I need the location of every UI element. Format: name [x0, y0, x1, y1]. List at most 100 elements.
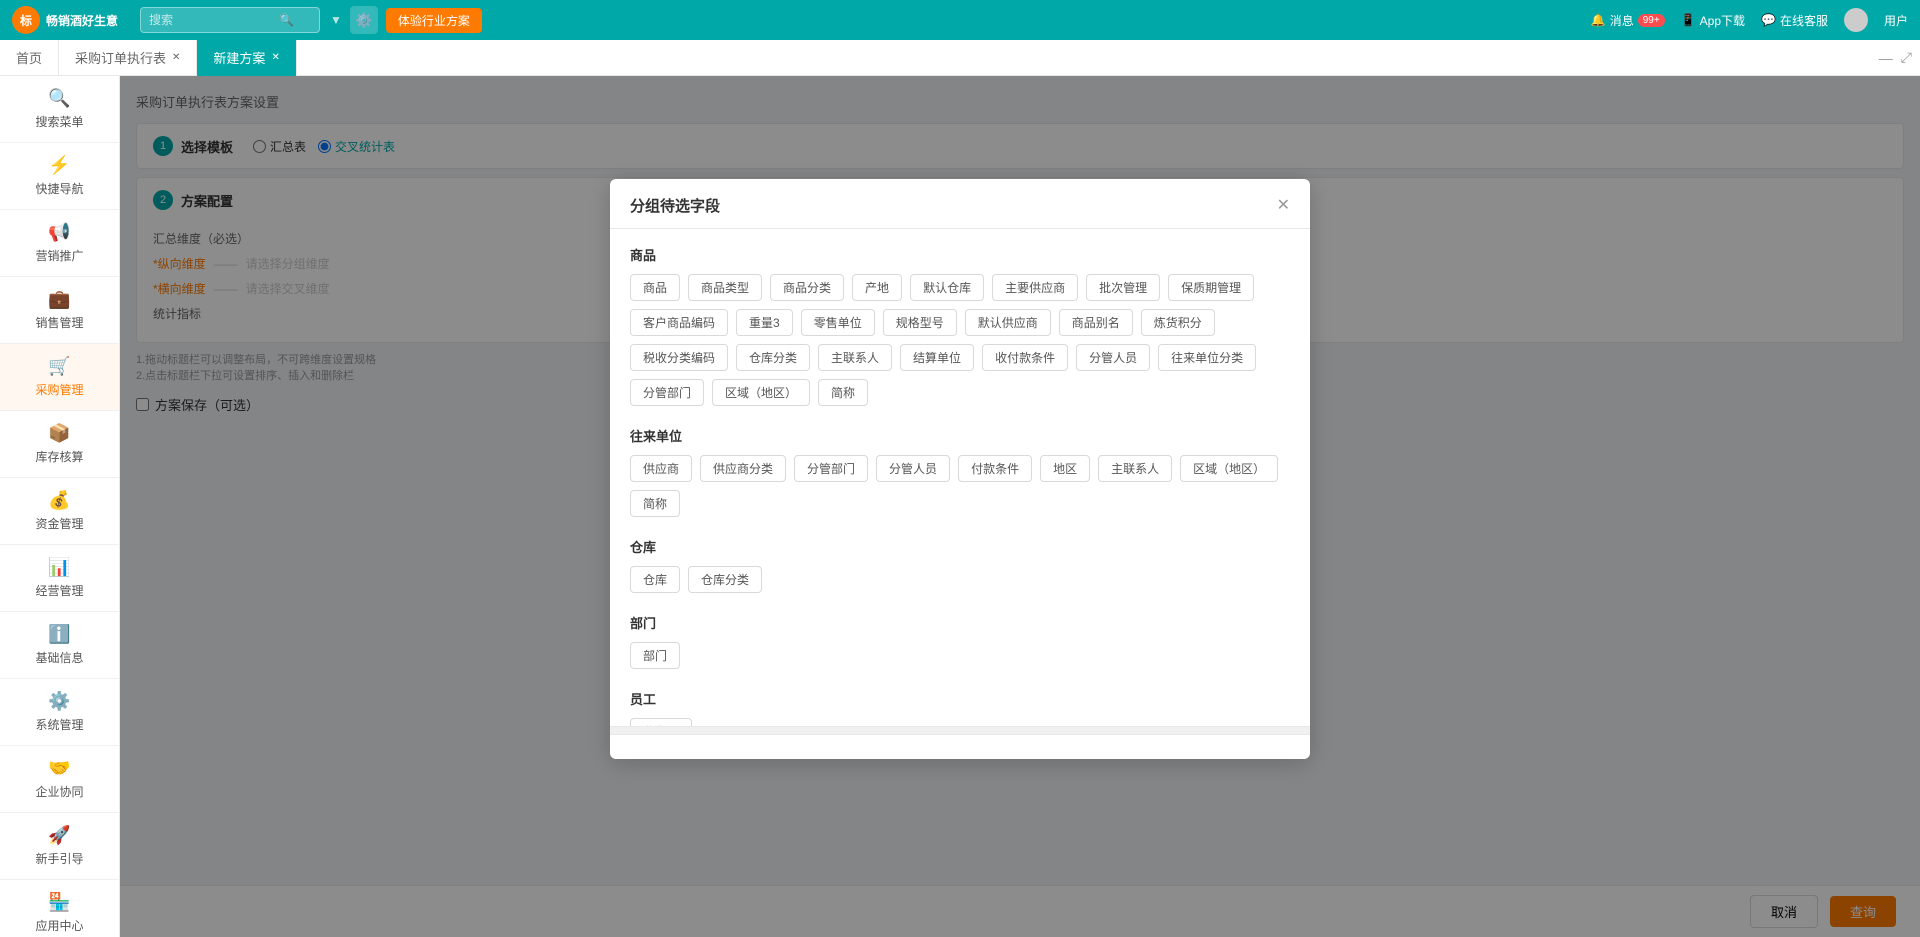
- field-tag[interactable]: 简称: [630, 490, 680, 517]
- field-tag[interactable]: 零售单位: [801, 309, 875, 336]
- field-group-partner: 往来单位 供应商 供应商分类 分管部门 分管人员 付款条件 地区 主联系人 区域…: [630, 426, 1290, 517]
- field-tag[interactable]: 炼货积分: [1141, 309, 1215, 336]
- field-tag[interactable]: 商品别名: [1059, 309, 1133, 336]
- field-tag[interactable]: 默认供应商: [965, 309, 1051, 336]
- field-tag[interactable]: 结算单位: [900, 344, 974, 371]
- basic-info-icon: ℹ️: [48, 624, 70, 645]
- logo-text: 畅销酒好生意: [46, 12, 118, 29]
- purchase-icon: 🛒: [48, 356, 70, 377]
- sidebar-item-inventory[interactable]: 📦 库存核算: [0, 411, 119, 478]
- experience-button[interactable]: 体验行业方案: [386, 8, 482, 33]
- sidebar-item-label: 采购管理: [35, 381, 83, 398]
- field-tag[interactable]: 分管部门: [630, 379, 704, 406]
- field-tag[interactable]: 部门: [630, 642, 680, 669]
- warehouse-fields: 仓库 仓库分类: [630, 566, 1290, 593]
- field-tag[interactable]: 区域（地区）: [712, 379, 810, 406]
- sidebar-item-basic-info[interactable]: ℹ️ 基础信息: [0, 612, 119, 679]
- field-tag[interactable]: 简称: [818, 379, 868, 406]
- modal-header: 分组待选字段 ✕: [610, 179, 1310, 229]
- support-label: 在线客服: [1780, 12, 1828, 29]
- finance-icon: 💰: [48, 490, 70, 511]
- sidebar-item-finance[interactable]: 💰 资金管理: [0, 478, 119, 545]
- field-tag[interactable]: 地区: [1040, 455, 1090, 482]
- operations-icon: 📊: [48, 557, 70, 578]
- field-tag[interactable]: 客户商品编码: [630, 309, 728, 336]
- top-header: 标 畅销酒好生意 🔍 ▼ ⚙️ 体验行业方案 🔔 消息 99+ 📱 App下载 …: [0, 0, 1920, 40]
- field-group-department: 部门 部门: [630, 613, 1290, 669]
- field-tag[interactable]: 规格型号: [883, 309, 957, 336]
- field-tag[interactable]: 付款条件: [958, 455, 1032, 482]
- group-employee-title: 员工: [630, 689, 1290, 708]
- field-tag[interactable]: 重量3: [736, 309, 793, 336]
- field-tag[interactable]: 商品: [630, 274, 680, 301]
- field-tag[interactable]: 商品类型: [688, 274, 762, 301]
- tab-purchase-close-icon[interactable]: ✕: [172, 52, 180, 63]
- field-tag[interactable]: 区域（地区）: [1180, 455, 1278, 482]
- group-warehouse-title: 仓库: [630, 537, 1290, 556]
- modal-close-button[interactable]: ✕: [1277, 195, 1290, 215]
- field-tag[interactable]: 默认仓库: [910, 274, 984, 301]
- field-tag[interactable]: 税收分类编码: [630, 344, 728, 371]
- app-download-button[interactable]: 📱 App下载: [1681, 12, 1745, 29]
- sidebar-item-system[interactable]: ⚙️ 系统管理: [0, 679, 119, 746]
- expand-icon[interactable]: ⤢: [1901, 49, 1912, 66]
- product-fields: 商品 商品类型 商品分类 产地 默认仓库 主要供应商 批次管理 保质期管理 客户…: [630, 274, 1290, 406]
- sidebar-item-purchase[interactable]: 🛒 采购管理: [0, 344, 119, 411]
- system-icon: ⚙️: [48, 691, 70, 712]
- field-tag[interactable]: 批次管理: [1086, 274, 1160, 301]
- sidebar-item-operations[interactable]: 📊 经营管理: [0, 545, 119, 612]
- settings-button[interactable]: ⚙️: [350, 6, 378, 34]
- sales-icon: 💼: [48, 289, 70, 310]
- field-tag[interactable]: 仓库: [630, 566, 680, 593]
- search-bar[interactable]: 🔍: [140, 7, 320, 33]
- tab-new-plan-close-icon[interactable]: ✕: [271, 52, 279, 63]
- inventory-icon: 📦: [48, 423, 70, 444]
- field-tag[interactable]: 仓库分类: [736, 344, 810, 371]
- field-tag[interactable]: 供应商分类: [700, 455, 786, 482]
- app-center-icon: 🏪: [48, 892, 70, 913]
- modal-title: 分组待选字段: [630, 195, 720, 216]
- avatar[interactable]: [1844, 8, 1868, 32]
- sidebar-item-app-center[interactable]: 🏪 应用中心: [0, 880, 119, 937]
- sidebar-item-sales[interactable]: 💼 销售管理: [0, 277, 119, 344]
- notification-badge: 99+: [1638, 14, 1665, 27]
- field-tag[interactable]: 商品分类: [770, 274, 844, 301]
- tab-home[interactable]: 首页: [0, 40, 59, 76]
- group-product-title: 商品: [630, 245, 1290, 264]
- field-tag[interactable]: 分管人员: [1076, 344, 1150, 371]
- sidebar-item-label: 销售管理: [35, 314, 83, 331]
- department-fields: 部门: [630, 642, 1290, 669]
- field-tag[interactable]: 收付款条件: [982, 344, 1068, 371]
- employee-fields: 业务员: [630, 718, 1290, 727]
- field-tag[interactable]: 产地: [852, 274, 902, 301]
- field-tag[interactable]: 保质期管理: [1168, 274, 1254, 301]
- minimize-icon[interactable]: —: [1879, 50, 1893, 66]
- tab-purchase-order[interactable]: 采购订单执行表 ✕: [59, 40, 197, 76]
- sidebar-item-search[interactable]: 🔍 搜索菜单: [0, 76, 119, 143]
- field-tag[interactable]: 主联系人: [818, 344, 892, 371]
- sidebar-item-enterprise[interactable]: 🤝 企业协同: [0, 746, 119, 813]
- field-tag[interactable]: 业务员: [630, 718, 692, 727]
- field-tag[interactable]: 分管人员: [876, 455, 950, 482]
- search-input[interactable]: [149, 13, 279, 27]
- field-tag[interactable]: 供应商: [630, 455, 692, 482]
- dropdown-arrow-icon[interactable]: ▼: [330, 13, 342, 27]
- sidebar-item-label: 资金管理: [35, 515, 83, 532]
- field-tag[interactable]: 主联系人: [1098, 455, 1172, 482]
- online-support-button[interactable]: 💬 在线客服: [1761, 12, 1828, 29]
- field-selection-modal: 分组待选字段 ✕ 商品 商品 商品类型 商品分类 产地 默认仓库 主要供应商 批…: [610, 179, 1310, 759]
- field-tag[interactable]: 主要供应商: [992, 274, 1078, 301]
- sidebar-item-label: 经营管理: [35, 582, 83, 599]
- group-department-title: 部门: [630, 613, 1290, 632]
- tab-new-plan[interactable]: 新建方案 ✕: [197, 40, 296, 76]
- field-tag[interactable]: 分管部门: [794, 455, 868, 482]
- field-tag[interactable]: 仓库分类: [688, 566, 762, 593]
- field-tag[interactable]: 往来单位分类: [1158, 344, 1256, 371]
- header-right: 🔔 消息 99+ 📱 App下载 💬 在线客服 用户: [1591, 8, 1908, 32]
- modal-horizontal-scrollbar[interactable]: [610, 726, 1310, 734]
- sidebar-item-guide[interactable]: 🚀 新手引导: [0, 813, 119, 880]
- sidebar-item-marketing[interactable]: 📢 营销推广: [0, 210, 119, 277]
- notification-button[interactable]: 🔔 消息 99+: [1591, 12, 1665, 29]
- sidebar-item-quick-nav[interactable]: ⚡ 快捷导航: [0, 143, 119, 210]
- sidebar: 🔍 搜索菜单 ⚡ 快捷导航 📢 营销推广 💼 销售管理 🛒 采购管理 📦 库存核…: [0, 76, 120, 937]
